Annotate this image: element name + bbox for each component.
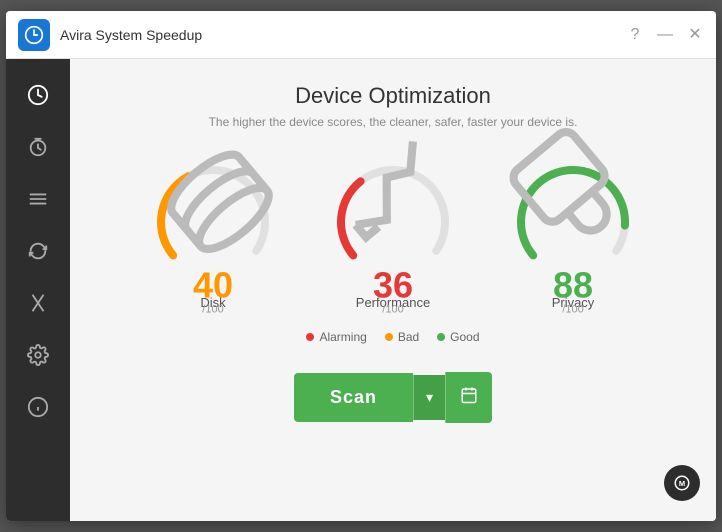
scan-calendar-button[interactable] [445, 372, 492, 423]
alarming-dot [306, 333, 314, 341]
scan-dropdown-button[interactable]: ▾ [413, 375, 445, 420]
float-badge[interactable]: M [664, 465, 700, 501]
sidebar-item-tools[interactable] [14, 279, 62, 327]
gauge-disk-circle: 40 /100 [148, 157, 278, 287]
minimize-button[interactable]: — [656, 26, 674, 44]
legend: Alarming Bad Good [306, 330, 479, 344]
gauge-privacy: 88 /100 Privacy [498, 157, 648, 310]
sidebar-item-refresh[interactable] [14, 227, 62, 275]
privacy-icon [508, 129, 638, 264]
alarming-label: Alarming [319, 330, 366, 344]
content-panel: Device Optimization The higher the devic… [70, 59, 716, 521]
scan-button[interactable]: Scan [294, 373, 413, 422]
window-controls: ? — ✕ [626, 26, 704, 44]
privacy-denom: /100 [508, 304, 638, 316]
window-title: Avira System Speedup [60, 27, 626, 43]
bad-label: Bad [398, 330, 419, 344]
legend-good: Good [437, 330, 479, 344]
gauges-row: 40 /100 Disk [138, 157, 648, 310]
bad-dot [385, 333, 393, 341]
app-icon [18, 19, 50, 51]
performance-denom: /100 [328, 304, 458, 316]
sidebar-item-list[interactable] [14, 175, 62, 223]
gauge-performance-circle: 36 /100 [328, 157, 458, 287]
disk-icon [148, 129, 278, 264]
main-area: Device Optimization The higher the devic… [6, 59, 716, 521]
page-title: Device Optimization [295, 83, 491, 109]
titlebar: Avira System Speedup ? — ✕ [6, 11, 716, 59]
legend-alarming: Alarming [306, 330, 366, 344]
good-dot [437, 333, 445, 341]
gauge-privacy-circle: 88 /100 [508, 157, 638, 287]
app-window: Avira System Speedup ? — ✕ [6, 11, 716, 521]
svg-text:M: M [679, 479, 685, 488]
gauge-performance: 36 /100 Performance [318, 157, 468, 310]
sidebar-item-settings[interactable] [14, 331, 62, 379]
sidebar [6, 59, 70, 521]
good-label: Good [450, 330, 479, 344]
help-button[interactable]: ? [626, 26, 644, 44]
calendar-icon [460, 386, 478, 404]
sidebar-item-info[interactable] [14, 383, 62, 431]
sidebar-item-dashboard[interactable] [14, 71, 62, 119]
legend-bad: Bad [385, 330, 419, 344]
close-button[interactable]: ✕ [686, 26, 704, 44]
disk-denom: /100 [148, 304, 278, 316]
scan-bar: Scan ▾ [294, 372, 492, 423]
sidebar-item-timer[interactable] [14, 123, 62, 171]
performance-icon [328, 129, 458, 264]
dropdown-chevron-icon: ▾ [426, 389, 433, 405]
gauge-disk: 40 /100 Disk [138, 157, 288, 310]
badge-icon: M [673, 474, 691, 492]
